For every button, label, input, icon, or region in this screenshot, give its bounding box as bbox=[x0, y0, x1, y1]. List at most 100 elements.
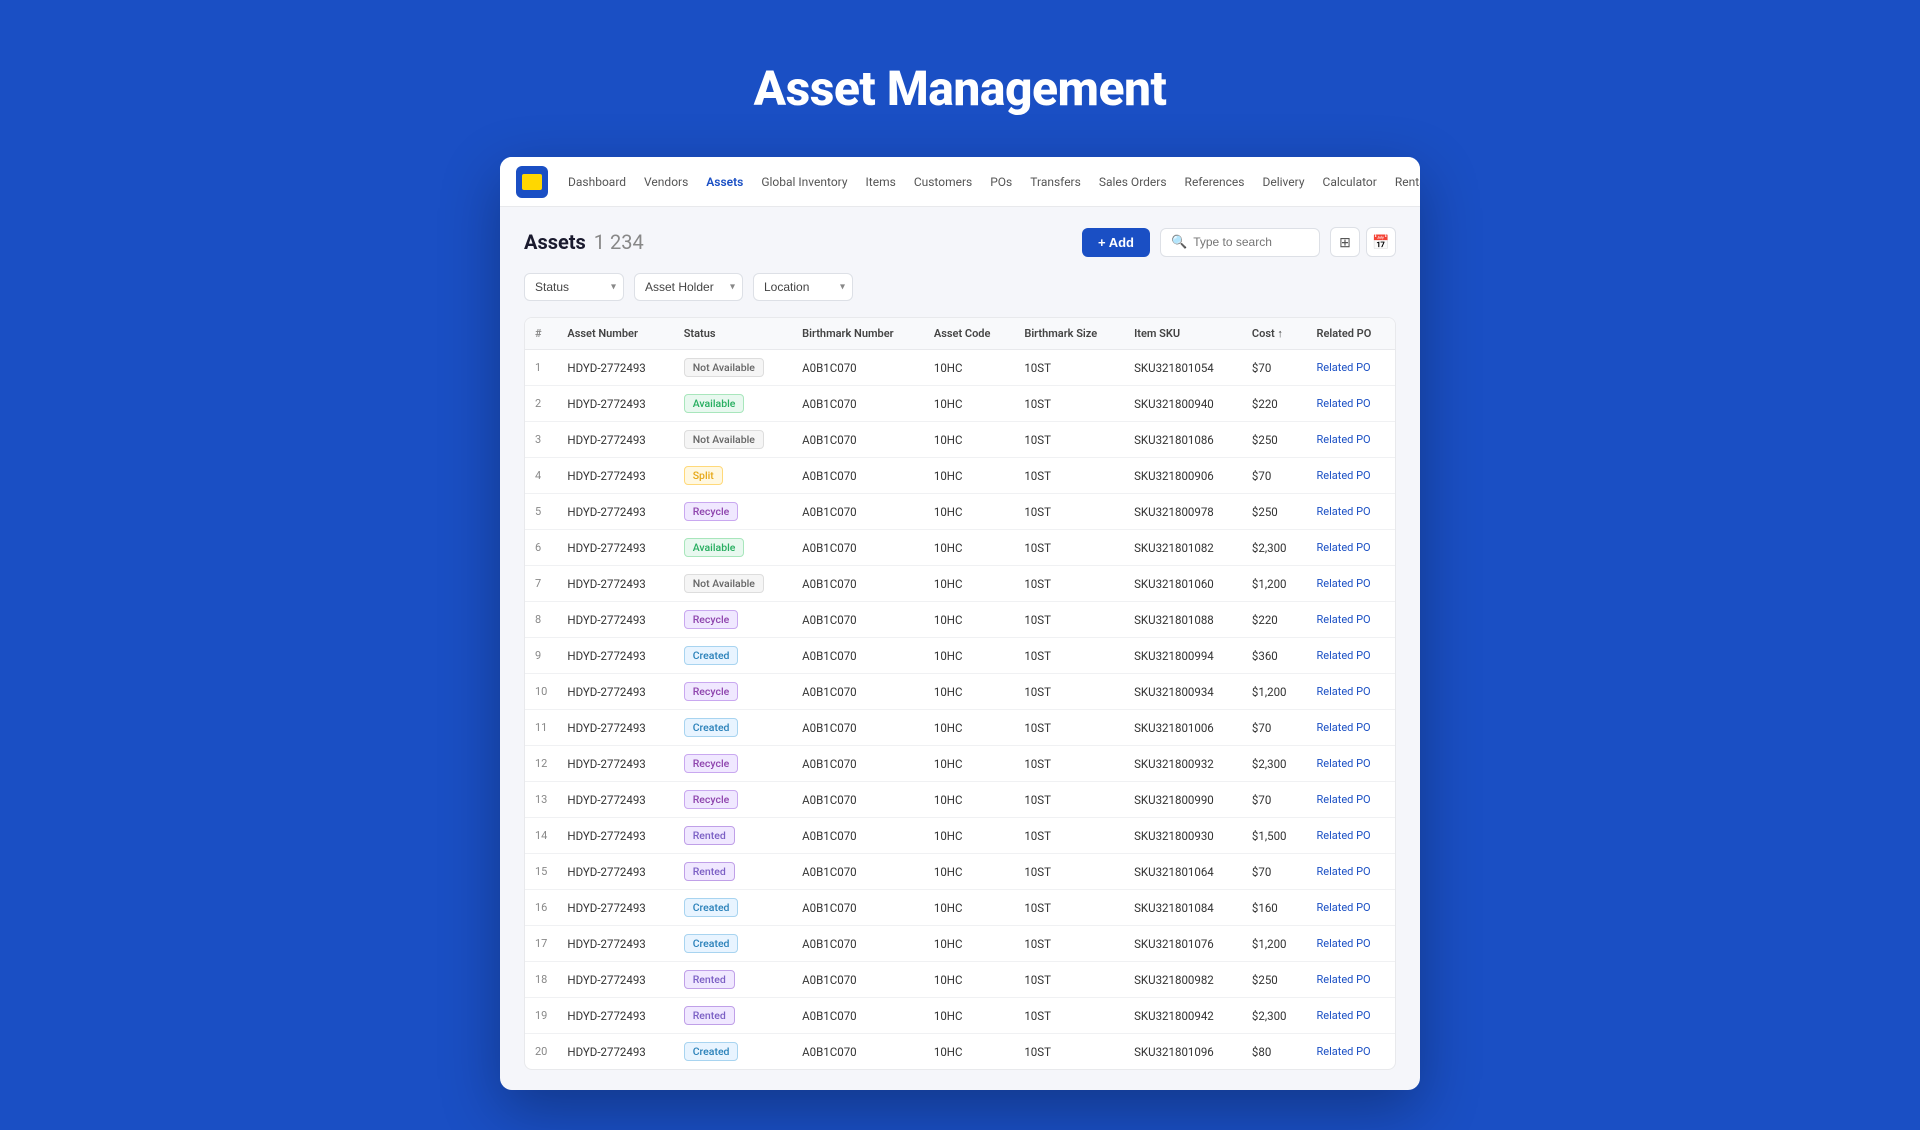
status-badge: Created bbox=[684, 898, 739, 917]
related-po-cell[interactable]: Related PO bbox=[1306, 602, 1395, 638]
table-row[interactable]: 18HDYD-2772493RentedA0B1C07010HC10STSKU3… bbox=[525, 962, 1395, 998]
birthmark-size-cell: 10ST bbox=[1014, 602, 1124, 638]
app-logo[interactable] bbox=[516, 166, 548, 198]
table-row[interactable]: 12HDYD-2772493RecycleA0B1C07010HC10STSKU… bbox=[525, 746, 1395, 782]
nav-item-pos[interactable]: POs bbox=[982, 169, 1020, 195]
table-row[interactable]: 15HDYD-2772493RentedA0B1C07010HC10STSKU3… bbox=[525, 854, 1395, 890]
row-num: 2 bbox=[525, 386, 557, 422]
asset-code-cell: 10HC bbox=[924, 494, 1014, 530]
birthmark-number-cell: A0B1C070 bbox=[792, 458, 924, 494]
item-sku-cell: SKU321801006 bbox=[1124, 710, 1242, 746]
nav-item-transfers[interactable]: Transfers bbox=[1022, 169, 1089, 195]
asset-code-cell: 10HC bbox=[924, 746, 1014, 782]
birthmark-number-cell: A0B1C070 bbox=[792, 746, 924, 782]
table-row[interactable]: 17HDYD-2772493CreatedA0B1C07010HC10STSKU… bbox=[525, 926, 1395, 962]
nav-item-items[interactable]: Items bbox=[858, 169, 904, 195]
related-po-cell[interactable]: Related PO bbox=[1306, 386, 1395, 422]
table-row[interactable]: 16HDYD-2772493CreatedA0B1C07010HC10STSKU… bbox=[525, 890, 1395, 926]
related-po-cell[interactable]: Related PO bbox=[1306, 422, 1395, 458]
nav-item-vendors[interactable]: Vendors bbox=[636, 169, 696, 195]
related-po-cell[interactable]: Related PO bbox=[1306, 350, 1395, 386]
table-row[interactable]: 13HDYD-2772493RecycleA0B1C07010HC10STSKU… bbox=[525, 782, 1395, 818]
status-badge: Recycle bbox=[684, 682, 739, 701]
birthmark-size-cell: 10ST bbox=[1014, 386, 1124, 422]
related-po-cell[interactable]: Related PO bbox=[1306, 566, 1395, 602]
related-po-cell[interactable]: Related PO bbox=[1306, 998, 1395, 1034]
table-row[interactable]: 10HDYD-2772493RecycleA0B1C07010HC10STSKU… bbox=[525, 674, 1395, 710]
row-num: 17 bbox=[525, 926, 557, 962]
add-button[interactable]: + Add bbox=[1082, 228, 1150, 257]
grid-view-button[interactable]: 📅 bbox=[1366, 227, 1396, 257]
birthmark-size-cell: 10ST bbox=[1014, 710, 1124, 746]
table-row[interactable]: 4HDYD-2772493SplitA0B1C07010HC10STSKU321… bbox=[525, 458, 1395, 494]
item-sku-cell: SKU321800978 bbox=[1124, 494, 1242, 530]
birthmark-number-cell: A0B1C070 bbox=[792, 854, 924, 890]
table-row[interactable]: 3HDYD-2772493Not AvailableA0B1C07010HC10… bbox=[525, 422, 1395, 458]
nav-item-dashboard[interactable]: Dashboard bbox=[560, 169, 634, 195]
asset-number-cell: HDYD-2772493 bbox=[557, 998, 673, 1034]
related-po-cell[interactable]: Related PO bbox=[1306, 458, 1395, 494]
related-po-cell[interactable]: Related PO bbox=[1306, 890, 1395, 926]
related-po-cell[interactable]: Related PO bbox=[1306, 746, 1395, 782]
nav-item-calculator[interactable]: Calculator bbox=[1315, 169, 1385, 195]
search-icon: 🔍 bbox=[1171, 235, 1187, 250]
table-row[interactable]: 5HDYD-2772493RecycleA0B1C07010HC10STSKU3… bbox=[525, 494, 1395, 530]
nav-item-sales-orders[interactable]: Sales Orders bbox=[1091, 169, 1175, 195]
status-cell: Not Available bbox=[674, 350, 792, 386]
table-row[interactable]: 2HDYD-2772493AvailableA0B1C07010HC10STSK… bbox=[525, 386, 1395, 422]
nav-item-references[interactable]: References bbox=[1177, 169, 1253, 195]
asset-number-cell: HDYD-2772493 bbox=[557, 458, 673, 494]
nav-item-rental-contracts[interactable]: Rental Contracts bbox=[1387, 169, 1420, 195]
related-po-cell[interactable]: Related PO bbox=[1306, 818, 1395, 854]
nav-item-customers[interactable]: Customers bbox=[906, 169, 980, 195]
table-row[interactable]: 8HDYD-2772493RecycleA0B1C07010HC10STSKU3… bbox=[525, 602, 1395, 638]
asset-number-cell: HDYD-2772493 bbox=[557, 962, 673, 998]
related-po-cell[interactable]: Related PO bbox=[1306, 710, 1395, 746]
row-num: 8 bbox=[525, 602, 557, 638]
table-row[interactable]: 20HDYD-2772493CreatedA0B1C07010HC10STSKU… bbox=[525, 1034, 1395, 1070]
filter-location[interactable]: Location bbox=[753, 273, 853, 301]
col-header-related-po: Related PO bbox=[1306, 318, 1395, 350]
related-po-cell[interactable]: Related PO bbox=[1306, 926, 1395, 962]
nav-item-assets[interactable]: Assets bbox=[698, 169, 751, 195]
table-row[interactable]: 6HDYD-2772493AvailableA0B1C07010HC10STSK… bbox=[525, 530, 1395, 566]
related-po-cell[interactable]: Related PO bbox=[1306, 782, 1395, 818]
table-row[interactable]: 14HDYD-2772493RentedA0B1C07010HC10STSKU3… bbox=[525, 818, 1395, 854]
item-sku-cell: SKU321801076 bbox=[1124, 926, 1242, 962]
table-row[interactable]: 9HDYD-2772493CreatedA0B1C07010HC10STSKU3… bbox=[525, 638, 1395, 674]
table-row[interactable]: 7HDYD-2772493Not AvailableA0B1C07010HC10… bbox=[525, 566, 1395, 602]
status-badge: Recycle bbox=[684, 610, 739, 629]
row-num: 16 bbox=[525, 890, 557, 926]
nav-item-delivery[interactable]: Delivery bbox=[1254, 169, 1312, 195]
related-po-cell[interactable]: Related PO bbox=[1306, 638, 1395, 674]
item-sku-cell: SKU321800990 bbox=[1124, 782, 1242, 818]
row-num: 12 bbox=[525, 746, 557, 782]
row-num: 5 bbox=[525, 494, 557, 530]
list-view-button[interactable]: ⊞ bbox=[1330, 227, 1360, 257]
assets-title: Assets bbox=[524, 230, 586, 254]
cost-cell: $2,300 bbox=[1242, 530, 1307, 566]
birthmark-number-cell: A0B1C070 bbox=[792, 494, 924, 530]
related-po-cell[interactable]: Related PO bbox=[1306, 530, 1395, 566]
birthmark-number-cell: A0B1C070 bbox=[792, 386, 924, 422]
birthmark-number-cell: A0B1C070 bbox=[792, 782, 924, 818]
table-row[interactable]: 1HDYD-2772493Not AvailableA0B1C07010HC10… bbox=[525, 350, 1395, 386]
filter-asset-holder[interactable]: Asset Holder bbox=[634, 273, 743, 301]
status-cell: Split bbox=[674, 458, 792, 494]
birthmark-number-cell: A0B1C070 bbox=[792, 818, 924, 854]
table-row[interactable]: 11HDYD-2772493CreatedA0B1C07010HC10STSKU… bbox=[525, 710, 1395, 746]
filter-status[interactable]: Status bbox=[524, 273, 624, 301]
related-po-cell[interactable]: Related PO bbox=[1306, 674, 1395, 710]
related-po-cell[interactable]: Related PO bbox=[1306, 854, 1395, 890]
related-po-cell[interactable]: Related PO bbox=[1306, 962, 1395, 998]
assets-title-group: Assets 1 234 bbox=[524, 230, 644, 254]
cost-cell: $1,200 bbox=[1242, 674, 1307, 710]
related-po-cell[interactable]: Related PO bbox=[1306, 494, 1395, 530]
related-po-cell[interactable]: Related PO bbox=[1306, 1034, 1395, 1070]
cost-cell: $70 bbox=[1242, 854, 1307, 890]
table-row[interactable]: 19HDYD-2772493RentedA0B1C07010HC10STSKU3… bbox=[525, 998, 1395, 1034]
asset-number-cell: HDYD-2772493 bbox=[557, 494, 673, 530]
search-input[interactable] bbox=[1193, 235, 1309, 249]
nav-item-global-inventory[interactable]: Global Inventory bbox=[753, 169, 855, 195]
col-header-cost[interactable]: Cost ↑ bbox=[1242, 318, 1307, 350]
